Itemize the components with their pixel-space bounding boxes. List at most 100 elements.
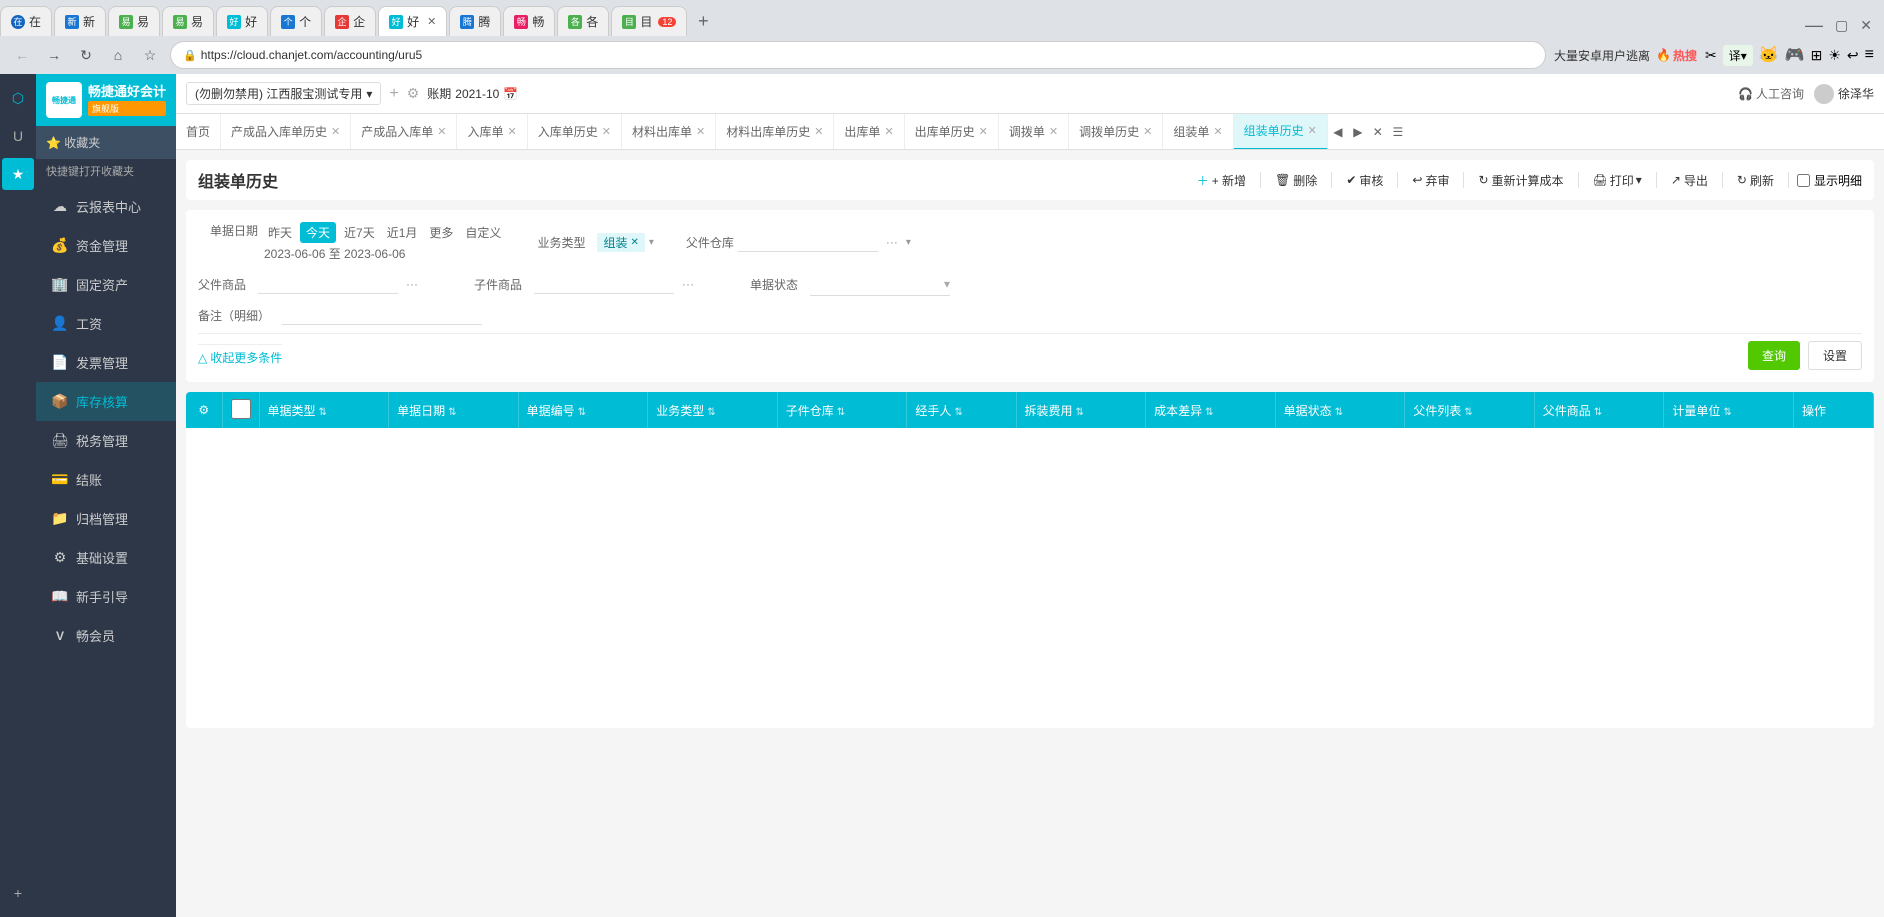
left-icon-1[interactable]: ⬡ — [2, 82, 34, 114]
tab-scroll-left[interactable]: ◀ — [1328, 114, 1348, 150]
print-button[interactable]: 🖨 打印 ▾ — [1587, 169, 1648, 192]
support-button[interactable]: 🎧 人工咨询 — [1738, 85, 1804, 102]
tab-scroll-right[interactable]: ▶ — [1348, 114, 1368, 150]
left-icon-3[interactable]: ★ — [2, 158, 34, 190]
th-settings[interactable]: ⚙ — [186, 392, 222, 428]
th-cost-diff[interactable]: 成本差异⇅ — [1146, 392, 1276, 428]
tab-close-all[interactable]: ✕ — [1368, 114, 1388, 150]
translate-icon[interactable]: 译▾ — [1723, 45, 1753, 66]
th-parent-list[interactable]: 父件列表⇅ — [1405, 392, 1535, 428]
tab-outbound-history[interactable]: 出库单历史✕ — [905, 114, 999, 150]
home-button[interactable]: ⌂ — [106, 43, 130, 67]
biz-type-remove[interactable]: ✕ — [630, 237, 638, 248]
th-unit[interactable]: 计量单位⇅ — [1664, 392, 1794, 428]
left-icon-add[interactable]: + — [2, 877, 34, 909]
tab-close-outbound[interactable]: ✕ — [884, 125, 893, 138]
nav-item-vip[interactable]: V 畅会员 — [36, 616, 176, 655]
nav-item-archive[interactable]: 📁 归档管理 — [36, 499, 176, 538]
last7-btn[interactable]: 近7天 — [340, 222, 379, 243]
th-bill-status[interactable]: 单据状态⇅ — [1275, 392, 1405, 428]
close-btn[interactable]: ✕ — [1856, 17, 1876, 34]
th-handler[interactable]: 经手人⇅ — [907, 392, 1016, 428]
browser-tab-7[interactable]: 企 企 — [324, 6, 376, 36]
left-icon-2[interactable]: U — [2, 120, 34, 152]
browser-tab-8[interactable]: 好 好 ✕ — [378, 6, 447, 36]
company-selector[interactable]: (勿删勿禁用) 江西服宝测试专用 ▾ — [186, 82, 381, 105]
last-month-btn[interactable]: 近1月 — [383, 222, 422, 243]
browser-tab-6[interactable]: 个 个 — [270, 6, 322, 36]
tab-product-inbound[interactable]: 产成品入库单✕ — [351, 114, 457, 150]
collapse-button[interactable]: △ 收起更多条件 — [198, 344, 282, 370]
tab-outbound[interactable]: 出库单✕ — [834, 114, 904, 150]
tab-material-outbound-history[interactable]: 材料出库单历史✕ — [716, 114, 834, 150]
more-date-btn[interactable]: 更多 — [425, 222, 457, 243]
tab-close-transfer-history[interactable]: ✕ — [1143, 125, 1152, 138]
th-biz-type[interactable]: 业务类型⇅ — [648, 392, 778, 428]
show-detail-checkbox[interactable]: 显示明细 — [1797, 172, 1862, 189]
tab-transfer-history[interactable]: 调拨单历史✕ — [1069, 114, 1163, 150]
tab-close-8[interactable]: ✕ — [427, 15, 436, 28]
select-all-checkbox[interactable] — [231, 399, 251, 419]
add-button[interactable]: ＋ + 新增 — [1191, 169, 1252, 192]
game-icon[interactable]: 🎮 — [1785, 45, 1805, 65]
browser-tab-5[interactable]: 好 好 — [216, 6, 268, 36]
url-bar[interactable]: 🔒 https://cloud.chanjet.com/accounting/u… — [170, 41, 1546, 69]
bookmark-button[interactable]: ☆ — [138, 43, 162, 67]
forward-button[interactable]: → — [42, 43, 66, 67]
back-button[interactable]: ← — [10, 43, 34, 67]
emoji-icon[interactable]: 🐱 — [1759, 45, 1779, 65]
show-detail-input[interactable] — [1797, 174, 1810, 187]
tab-close-transfer[interactable]: ✕ — [1049, 125, 1058, 138]
tab-close-inbound[interactable]: ✕ — [508, 125, 517, 138]
th-bill-type[interactable]: 单据类型⇅ — [259, 392, 389, 428]
nav-item-guide[interactable]: 📖 新手引导 — [36, 577, 176, 616]
parent-warehouse-more[interactable]: ··· — [882, 235, 902, 249]
minimize-btn[interactable]: — — [1801, 15, 1827, 36]
abandon-button[interactable]: ↩ 弃审 — [1406, 169, 1455, 192]
tab-close-material-outbound[interactable]: ✕ — [696, 125, 705, 138]
tab-material-outbound[interactable]: 材料出库单✕ — [622, 114, 716, 150]
tab-close-product-inbound-history[interactable]: ✕ — [331, 125, 340, 138]
tab-transfer[interactable]: 调拨单✕ — [999, 114, 1069, 150]
th-bill-date[interactable]: 单据日期⇅ — [389, 392, 519, 428]
undo-icon[interactable]: ↩ — [1847, 47, 1859, 64]
custom-date-btn[interactable]: 自定义 — [461, 222, 505, 243]
th-child-warehouse[interactable]: 子件仓库⇅ — [777, 392, 907, 428]
recalc-button[interactable]: ↻ 重新计算成本 — [1472, 169, 1569, 192]
tab-inbound[interactable]: 入库单✕ — [457, 114, 527, 150]
company-settings-icon[interactable]: ⚙ — [407, 85, 420, 102]
note-input[interactable] — [282, 306, 482, 325]
sun-icon[interactable]: ☀ — [1828, 47, 1841, 64]
nav-item-fixed-assets[interactable]: 🏢 固定资产 — [36, 265, 176, 304]
tab-close-inbound-history[interactable]: ✕ — [602, 125, 611, 138]
th-bill-no[interactable]: 单据编号⇅ — [518, 392, 648, 428]
tab-close-material-outbound-history[interactable]: ✕ — [814, 125, 823, 138]
user-info[interactable]: 徐泽华 — [1814, 84, 1874, 104]
nav-item-cloud-report[interactable]: ☁ 云报表中心 — [36, 187, 176, 226]
yesterday-btn[interactable]: 昨天 — [264, 222, 296, 243]
browser-tab-9[interactable]: 腾 腾 — [449, 6, 501, 36]
grid-icon[interactable]: ⊞ — [1811, 47, 1823, 64]
browser-tab-12[interactable]: 目 目 12 — [611, 6, 687, 36]
browser-tab-3[interactable]: 易 易 — [108, 6, 160, 36]
tab-assembly[interactable]: 组装单✕ — [1163, 114, 1233, 150]
tab-close-outbound-history[interactable]: ✕ — [979, 125, 988, 138]
child-goods-input[interactable] — [534, 275, 674, 294]
tab-assembly-history[interactable]: 组装单历史✕ — [1234, 114, 1328, 150]
browser-tab-2[interactable]: 新 新 — [54, 6, 106, 36]
nav-item-salary[interactable]: 👤 工资 — [36, 304, 176, 343]
nav-item-settle[interactable]: 💳 结账 — [36, 460, 176, 499]
calendar-icon[interactable]: 📅 — [503, 87, 518, 101]
query-button[interactable]: 查询 — [1748, 341, 1800, 370]
nav-item-invoice[interactable]: 📄 发票管理 — [36, 343, 176, 382]
parent-warehouse-input[interactable] — [738, 233, 878, 252]
th-checkbox[interactable] — [222, 392, 259, 428]
tab-menu[interactable]: ☰ — [1388, 114, 1408, 150]
browser-tab-1[interactable]: 在 在 — [0, 6, 52, 36]
today-btn[interactable]: 今天 — [300, 222, 336, 243]
maximize-btn[interactable]: ▢ — [1831, 17, 1852, 34]
parent-goods-more[interactable]: ··· — [402, 277, 422, 291]
delete-button[interactable]: 🗑 删除 — [1269, 169, 1323, 192]
nav-item-fund[interactable]: 💰 资金管理 — [36, 226, 176, 265]
export-button[interactable]: ↗ 导出 — [1665, 169, 1714, 192]
